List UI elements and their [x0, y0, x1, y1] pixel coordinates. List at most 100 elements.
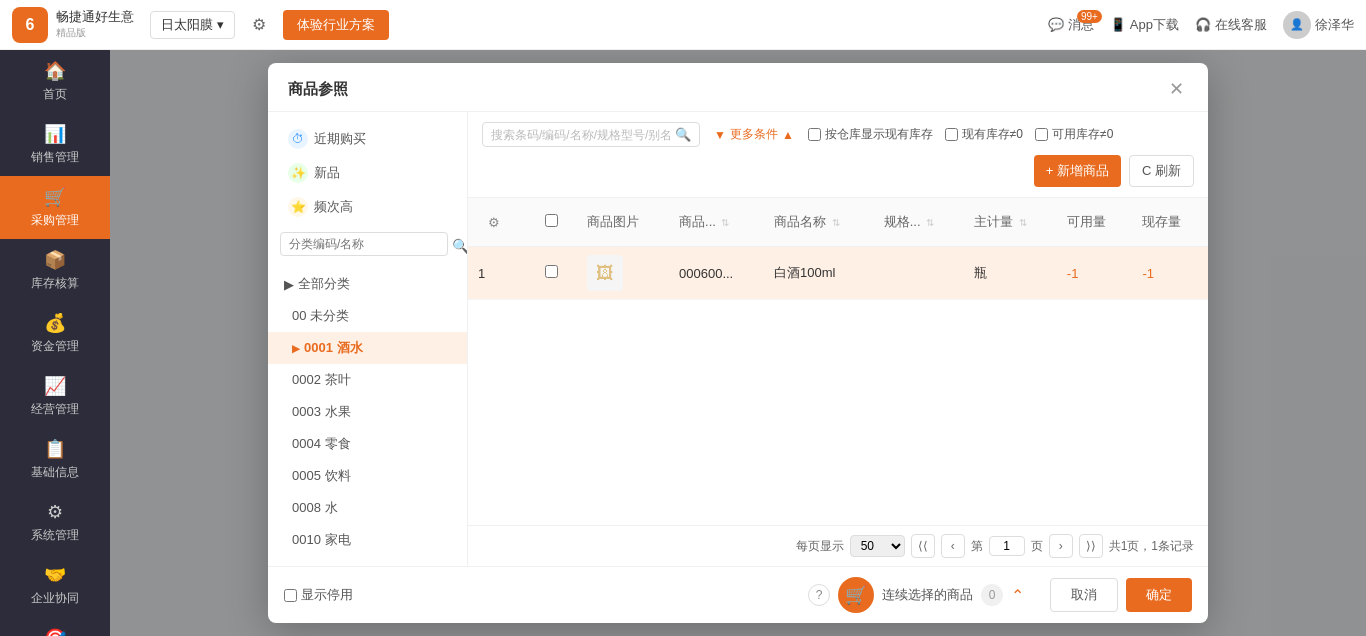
cat-item-appliance[interactable]: 0010 家电 — [268, 524, 467, 556]
main-layout: 🏠 首页 📊 销售管理 🛒 采购管理 📦 库存核算 💰 资金管理 📈 经营管理 … — [0, 50, 1366, 636]
cart-icon[interactable]: 🛒 — [838, 577, 874, 613]
search-icon[interactable]: 🔍 — [675, 127, 691, 142]
system-icon: ⚙ — [47, 501, 63, 523]
col-spec[interactable]: 规格... ⇅ — [874, 198, 964, 247]
prev-page-button[interactable]: ‹ — [941, 534, 965, 558]
username: 徐泽华 — [1315, 16, 1354, 34]
row-checkbox-cell — [535, 247, 577, 300]
cat-item-beverage[interactable]: 0005 饮料 — [268, 460, 467, 492]
col-unit[interactable]: 主计量 ⇅ — [964, 198, 1057, 247]
stock-ne-label: 现有库存≠0 — [962, 126, 1023, 143]
sort-icon-name: ⇅ — [832, 217, 840, 228]
cat-item-tea[interactable]: 0002 茶叶 — [268, 364, 467, 396]
cat-item-fruit[interactable]: 0003 水果 — [268, 396, 467, 428]
col-stock: 现存量 — [1132, 198, 1208, 247]
sidebar-label-management: 经营管理 — [31, 401, 79, 418]
logo-icon: 6 — [12, 7, 48, 43]
close-button[interactable]: ✕ — [1164, 77, 1188, 101]
confirm-button[interactable]: 确定 — [1126, 578, 1192, 612]
col-code[interactable]: 商品... ⇅ — [669, 198, 764, 247]
online-service-nav-item[interactable]: 🎧 在线客服 — [1195, 16, 1267, 34]
store-selector[interactable]: 日太阳膜 ▾ — [150, 11, 235, 39]
product-search-input[interactable] — [491, 128, 671, 142]
sidebar-item-guide[interactable]: 🎯 新手引导 — [0, 617, 110, 636]
help-icon[interactable]: ? — [808, 584, 830, 606]
nav-item-new[interactable]: ✨ 新品 — [280, 156, 455, 190]
col-name[interactable]: 商品名称 ⇅ — [764, 198, 874, 247]
cat-item-snack[interactable]: 0004 零食 — [268, 428, 467, 460]
table-row[interactable]: 1 🖼 — [468, 247, 1208, 300]
category-search-icon[interactable]: 🔍 — [452, 238, 468, 254]
sort-icon-code: ⇅ — [721, 217, 729, 228]
per-page-select[interactable]: 50 10 20 100 — [850, 535, 905, 557]
show-disabled-checkbox[interactable]: 显示停用 — [284, 586, 353, 604]
sidebar-item-basic[interactable]: 📋 基础信息 — [0, 428, 110, 491]
cat-label-water: 0008 水 — [292, 499, 338, 517]
user-nav-item[interactable]: 👤 徐泽华 — [1283, 11, 1354, 39]
add-product-button[interactable]: + 新增商品 — [1034, 155, 1121, 187]
column-settings-icon[interactable]: ⚙ — [478, 206, 510, 238]
cat-item-uncategorized[interactable]: 00 未分类 — [268, 300, 467, 332]
sidebar-item-purchase[interactable]: 🛒 采购管理 — [0, 176, 110, 239]
per-page-label: 每页显示 — [796, 538, 844, 555]
sidebar-item-home[interactable]: 🏠 首页 — [0, 50, 110, 113]
row-stock-cell: -1 — [1132, 247, 1208, 300]
cat-item-all[interactable]: ▶ 全部分类 — [268, 268, 467, 300]
page-number-input[interactable] — [989, 536, 1025, 556]
first-page-button[interactable]: ⟨⟨ — [911, 534, 935, 558]
refresh-button[interactable]: C 刷新 — [1129, 155, 1194, 187]
row-code-cell: 000600... — [669, 247, 764, 300]
category-search-input[interactable] — [280, 232, 448, 256]
avatar: 👤 — [1283, 11, 1311, 39]
message-badge: 99+ — [1077, 10, 1102, 23]
cat-label-liquor: 0001 酒水 — [304, 339, 363, 357]
page-label: 第 — [971, 538, 983, 555]
recent-icon: ⏱ — [288, 129, 308, 149]
nav-item-recent[interactable]: ⏱ 近期购买 — [280, 122, 455, 156]
sidebar-item-finance[interactable]: 💰 资金管理 — [0, 302, 110, 365]
next-page-button[interactable]: › — [1049, 534, 1073, 558]
select-all-checkbox[interactable] — [545, 214, 558, 227]
experience-button[interactable]: 体验行业方案 — [283, 10, 389, 40]
modal-title: 商品参照 — [288, 80, 348, 99]
nav-right: 💬 消息 99+ 📱 App下载 🎧 在线客服 👤 徐泽华 — [1048, 11, 1354, 39]
cat-item-liquor[interactable]: ▶ 0001 酒水 — [268, 332, 467, 364]
nav-item-freq[interactable]: ⭐ 频次高 — [280, 190, 455, 224]
category-search-row — [280, 228, 448, 260]
sidebar-item-collab[interactable]: 🤝 企业协同 — [0, 554, 110, 617]
available-ne-checkbox[interactable]: 可用库存≠0 — [1035, 126, 1113, 143]
sort-icon-unit: ⇅ — [1019, 217, 1027, 228]
nav-label-new: 新品 — [314, 164, 340, 182]
filter-label: 更多条件 — [730, 126, 778, 143]
product-table: ⚙ 商品图片 — [468, 198, 1208, 300]
filter-icon: ▼ — [714, 128, 726, 142]
store-name: 日太阳膜 — [161, 16, 213, 34]
cancel-button[interactable]: 取消 — [1050, 578, 1118, 612]
category-list: ▶ 全部分类 00 未分类 ▶ 0001 酒水 0002 茶 — [268, 268, 467, 556]
new-icon: ✨ — [288, 163, 308, 183]
row-num: 1 — [468, 247, 535, 300]
stock-ne-checkbox[interactable]: 现有库存≠0 — [945, 126, 1023, 143]
cat-item-water[interactable]: 0008 水 — [268, 492, 467, 524]
row-checkbox[interactable] — [545, 265, 558, 278]
warehouse-display-checkbox[interactable]: 按仓库显示现有库存 — [808, 126, 933, 143]
product-reference-modal: 商品参照 ✕ ⏱ 近期购买 ✨ 新 — [268, 63, 1208, 623]
settings-icon[interactable]: ⚙ — [243, 9, 275, 41]
app-download-nav-item[interactable]: 📱 App下载 — [1110, 16, 1179, 34]
last-page-button[interactable]: ⟩⟩ — [1079, 534, 1103, 558]
cat-label-fruit: 0003 水果 — [292, 403, 351, 421]
more-filter-button[interactable]: ▼ 更多条件 ▲ — [708, 122, 800, 147]
collapse-footer-icon[interactable]: ⌃ — [1011, 586, 1024, 605]
sidebar-label-home: 首页 — [43, 86, 67, 103]
continuous-select-label: 连续选择的商品 — [882, 586, 973, 604]
row-name-cell: 白酒100ml — [764, 247, 874, 300]
col-image: 商品图片 — [577, 198, 669, 247]
app-download-label: App下载 — [1130, 16, 1179, 34]
sidebar-item-management[interactable]: 📈 经营管理 — [0, 365, 110, 428]
sidebar-item-inventory[interactable]: 📦 库存核算 — [0, 239, 110, 302]
toolbar-right: + 新增商品 C 刷新 — [1034, 155, 1194, 187]
sidebar-item-sales[interactable]: 📊 销售管理 — [0, 113, 110, 176]
sidebar-item-system[interactable]: ⚙ 系统管理 — [0, 491, 110, 554]
message-nav-item[interactable]: 💬 消息 99+ — [1048, 16, 1094, 34]
cat-label-all: 全部分类 — [298, 275, 350, 293]
